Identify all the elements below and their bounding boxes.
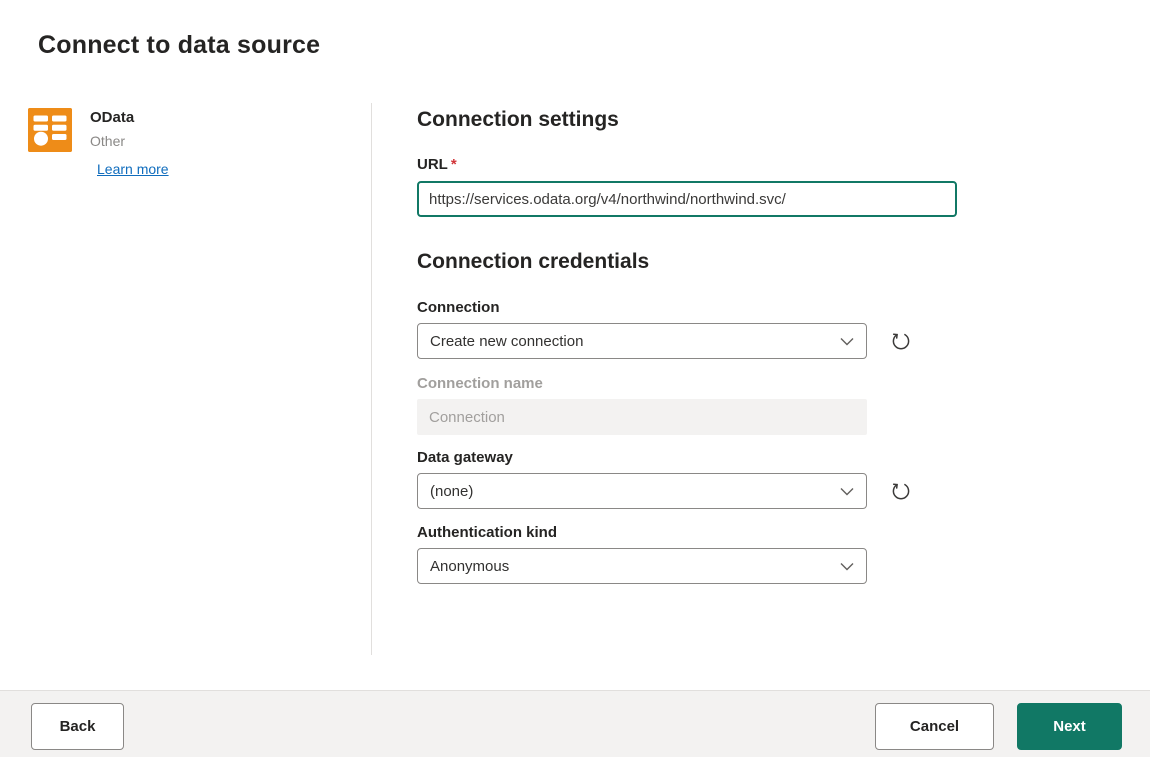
data-gateway-dropdown[interactable]: (none) [417,473,867,509]
connection-name-input[interactable] [417,399,867,435]
connection-dropdown[interactable]: Create new connection [417,323,867,359]
cancel-button[interactable]: Cancel [875,703,994,750]
learn-more-link[interactable]: Learn more [97,161,169,177]
url-input[interactable] [417,181,957,217]
vertical-divider [371,103,372,655]
connection-label: Connection [417,299,500,316]
next-button[interactable]: Next [1017,703,1122,750]
data-gateway-dropdown-value: (none) [430,483,840,500]
refresh-gateways-button[interactable] [886,476,916,506]
connection-name-label: Connection name [417,375,543,392]
refresh-icon [887,477,915,505]
required-asterisk: * [451,156,457,173]
url-label-text: URL [417,156,448,173]
connection-settings-heading: Connection settings [417,108,619,132]
back-button[interactable]: Back [31,703,124,750]
page-title: Connect to data source [38,31,320,60]
refresh-icon [887,327,915,355]
chevron-down-icon [840,337,854,346]
url-label: URL* [417,156,457,173]
connector-name: OData [90,109,134,126]
refresh-connections-button[interactable] [886,326,916,356]
authentication-kind-dropdown[interactable]: Anonymous [417,548,867,584]
connection-credentials-heading: Connection credentials [417,250,649,274]
chevron-down-icon [840,562,854,571]
connection-dropdown-value: Create new connection [430,333,840,350]
odata-grid-icon [28,108,72,152]
authentication-kind-dropdown-value: Anonymous [430,558,840,575]
chevron-down-icon [840,487,854,496]
connector-category: Other [90,133,125,149]
authentication-kind-label: Authentication kind [417,524,557,541]
data-gateway-label: Data gateway [417,449,513,466]
odata-connector-icon [28,108,72,152]
